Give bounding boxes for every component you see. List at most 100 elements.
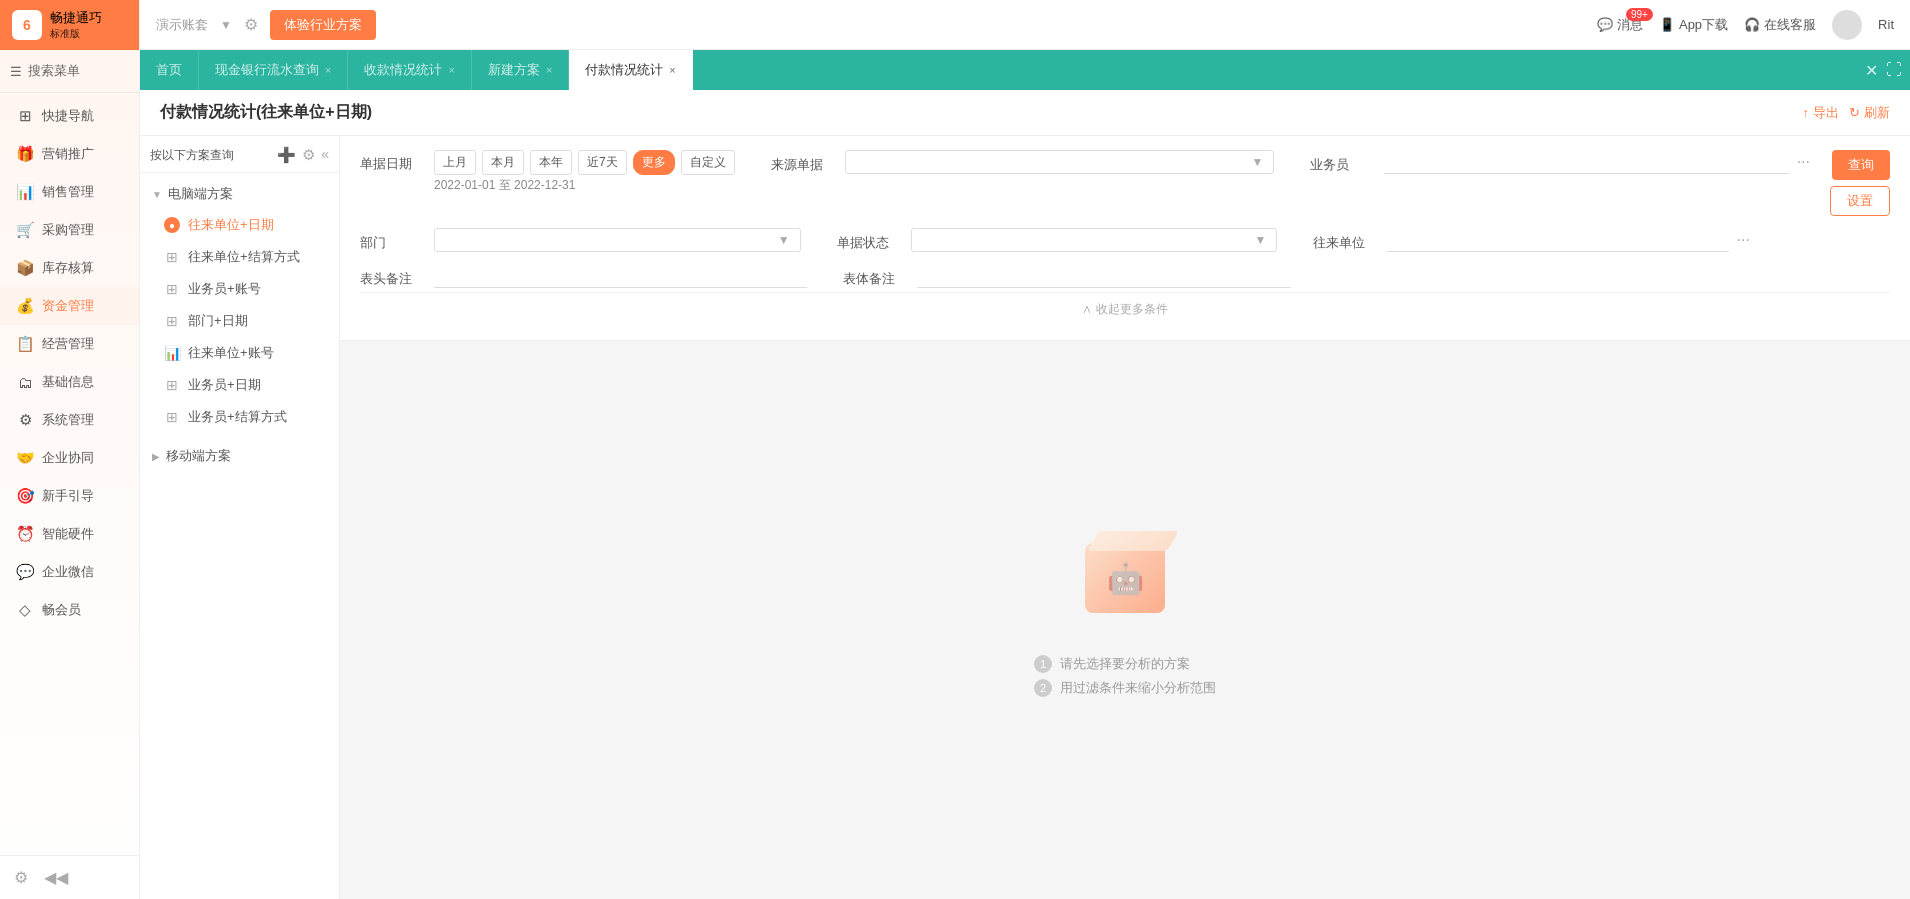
hardware-icon: ⏰ [16, 525, 34, 543]
query-button[interactable]: 查询 [1832, 150, 1890, 180]
dept-select[interactable]: ▼ [434, 228, 801, 252]
sidebar-item-system[interactable]: ⚙ 系统管理 [0, 401, 139, 439]
nav-label: 基础信息 [42, 373, 94, 391]
date-btn-last-month[interactable]: 上月 [434, 150, 476, 175]
date-btn-this-year[interactable]: 本年 [530, 150, 572, 175]
sidebar-item-basic[interactable]: 🗂 基础信息 [0, 363, 139, 401]
source-select[interactable]: ▼ [845, 150, 1275, 174]
tab-payment-stats-close[interactable]: × [669, 64, 675, 76]
sidebar-collapse-button[interactable]: ◀◀ [40, 864, 72, 891]
tab-payment-stats[interactable]: 付款情况统计 × [569, 50, 692, 90]
scheme-item-partner-settlement[interactable]: ⊞ 往来单位+结算方式 [140, 241, 339, 273]
nav-label: 销售管理 [42, 183, 94, 201]
sidebar-item-capital[interactable]: 💰 资金管理 [0, 287, 139, 325]
scheme-item-partner-date[interactable]: ● 往来单位+日期 [140, 209, 339, 241]
collapse-filter-button[interactable]: ∧ 收起更多条件 [360, 292, 1890, 326]
sidebar-item-member[interactable]: ◇ 畅会员 [0, 591, 139, 629]
scheme-table-icon: ⊞ [164, 249, 180, 265]
trial-button[interactable]: 体验行业方案 [270, 10, 376, 40]
date-range-display: 2022-01-01 至 2022-12-31 [434, 177, 735, 194]
tab-bank-flow-close[interactable]: × [325, 64, 331, 76]
mobile-group-header[interactable]: ▶ 移动端方案 [140, 441, 339, 471]
header-right: 💬 消息 99+ 📱 App下载 🎧 在线客服 Rit [1597, 10, 1894, 40]
scheme-item-dept-date[interactable]: ⊞ 部门+日期 [140, 305, 339, 337]
page-header: 付款情况统计(往来单位+日期) ↑ 导出 ↻ 刷新 [140, 90, 1910, 136]
quick-nav-icon: ⊞ [16, 107, 34, 125]
nav-label: 采购管理 [42, 221, 94, 239]
app-download-button[interactable]: 📱 App下载 [1659, 16, 1728, 34]
main-content: 付款情况统计(往来单位+日期) ↑ 导出 ↻ 刷新 按以下方案查询 ➕ ⚙ « [140, 90, 1910, 899]
scheme-item-partner-account[interactable]: 📊 往来单位+账号 [140, 337, 339, 369]
sidebar-search-section: ☰ 搜索菜单 [0, 50, 139, 93]
staff-input[interactable] [1384, 150, 1788, 174]
body-note-input[interactable] [917, 264, 1290, 288]
scheme-item-staff-account[interactable]: ⊞ 业务员+账号 [140, 273, 339, 305]
date-btn-more[interactable]: 更多 [633, 150, 675, 175]
headset-icon: 🎧 [1744, 17, 1760, 32]
panel-toolbar: 按以下方案查询 ➕ ⚙ « [140, 146, 339, 173]
date-btn-custom[interactable]: 自定义 [681, 150, 735, 175]
logo-text: 畅捷通巧 标准版 [50, 9, 102, 41]
inventory-icon: 📦 [16, 259, 34, 277]
header-note-input[interactable] [434, 264, 807, 288]
staff-dots-button[interactable]: ··· [1793, 153, 1814, 171]
export-button[interactable]: ↑ 导出 [1803, 104, 1840, 122]
sidebar-item-quick-nav[interactable]: ⊞ 快捷导航 [0, 97, 139, 135]
sidebar-item-sales[interactable]: 📊 销售管理 [0, 173, 139, 211]
body-note-label: 表体备注 [843, 265, 913, 288]
tab-bank-flow[interactable]: 现金银行流水查询 × [199, 50, 348, 90]
marketing-icon: 🎁 [16, 145, 34, 163]
scheme-item-staff-date[interactable]: ⊞ 业务员+日期 [140, 369, 339, 401]
tab-collection[interactable]: 收款情况统计 × [348, 50, 471, 90]
header-settings-icon[interactable]: ⚙ [244, 15, 258, 34]
search-menu-label: 搜索菜单 [28, 62, 80, 80]
refresh-button[interactable]: ↻ 刷新 [1849, 104, 1890, 122]
partner-dots-button[interactable]: ··· [1733, 231, 1754, 249]
tab-close-all-button[interactable]: ✕ [1865, 61, 1878, 80]
tab-new-scheme-close[interactable]: × [546, 64, 552, 76]
panel-collapse-button[interactable]: « [321, 146, 329, 164]
scheme-item-staff-settlement[interactable]: ⊞ 业务员+结算方式 [140, 401, 339, 433]
header-dropdown-arrow[interactable]: ▼ [220, 18, 232, 32]
sidebar-item-guide[interactable]: 🎯 新手引导 [0, 477, 139, 515]
tab-home[interactable]: 首页 [140, 50, 199, 90]
nav-label: 系统管理 [42, 411, 94, 429]
online-service-button[interactable]: 🎧 在线客服 [1744, 16, 1816, 34]
message-button[interactable]: 💬 消息 99+ [1597, 16, 1643, 34]
sidebar-item-marketing[interactable]: 🎁 营销推广 [0, 135, 139, 173]
tab-collection-label: 收款情况统计 [364, 61, 442, 79]
sidebar-item-cooperation[interactable]: 🤝 企业协同 [0, 439, 139, 477]
scheme-item-label: 业务员+日期 [188, 376, 261, 394]
sidebar-bottom: ⚙ ◀◀ [0, 855, 139, 899]
tab-maximize-button[interactable]: ⛶ [1886, 61, 1902, 79]
filter-area: 单据日期 上月 本月 本年 近7天 更多 自定义 2022-01-01 至 20… [340, 136, 1910, 341]
mobile-group-label: 移动端方案 [166, 447, 231, 465]
date-btn-7days[interactable]: 近7天 [578, 150, 627, 175]
sidebar-item-operation[interactable]: 📋 经营管理 [0, 325, 139, 363]
avatar[interactable] [1832, 10, 1862, 40]
partner-input[interactable] [1387, 228, 1728, 252]
sidebar-item-inventory[interactable]: 📦 库存核算 [0, 249, 139, 287]
header-note-label: 表头备注 [360, 265, 430, 288]
desktop-group-header[interactable]: ▼ 电脑端方案 [140, 179, 339, 209]
doc-status-select[interactable]: ▼ [911, 228, 1278, 252]
sidebar-item-hardware[interactable]: ⏰ 智能硬件 [0, 515, 139, 553]
message-icon: 💬 [1597, 17, 1613, 32]
scheme-item-label: 往来单位+结算方式 [188, 248, 300, 266]
source-select-arrow: ▼ [1251, 155, 1263, 169]
tab-collection-close[interactable]: × [448, 64, 454, 76]
sidebar-item-purchase[interactable]: 🛒 采购管理 [0, 211, 139, 249]
sidebar-item-weixin[interactable]: 💬 企业微信 [0, 553, 139, 591]
scheme-table-icon: ⊞ [164, 377, 180, 393]
tab-new-scheme[interactable]: 新建方案 × [472, 50, 569, 90]
doc-status-label: 单据状态 [837, 229, 907, 252]
scheme-item-label: 往来单位+账号 [188, 344, 274, 362]
scheme-settings-button[interactable]: ⚙ [302, 146, 315, 164]
date-btn-this-month[interactable]: 本月 [482, 150, 524, 175]
bottom-settings-button[interactable]: ⚙ [10, 864, 32, 891]
add-scheme-button[interactable]: ➕ [277, 146, 296, 164]
scheme-item-label: 部门+日期 [188, 312, 248, 330]
filter-settings-button[interactable]: 设置 [1830, 186, 1890, 216]
dept-select-arrow: ▼ [778, 233, 790, 247]
search-menu-button[interactable]: ☰ 搜索菜单 [10, 58, 129, 84]
